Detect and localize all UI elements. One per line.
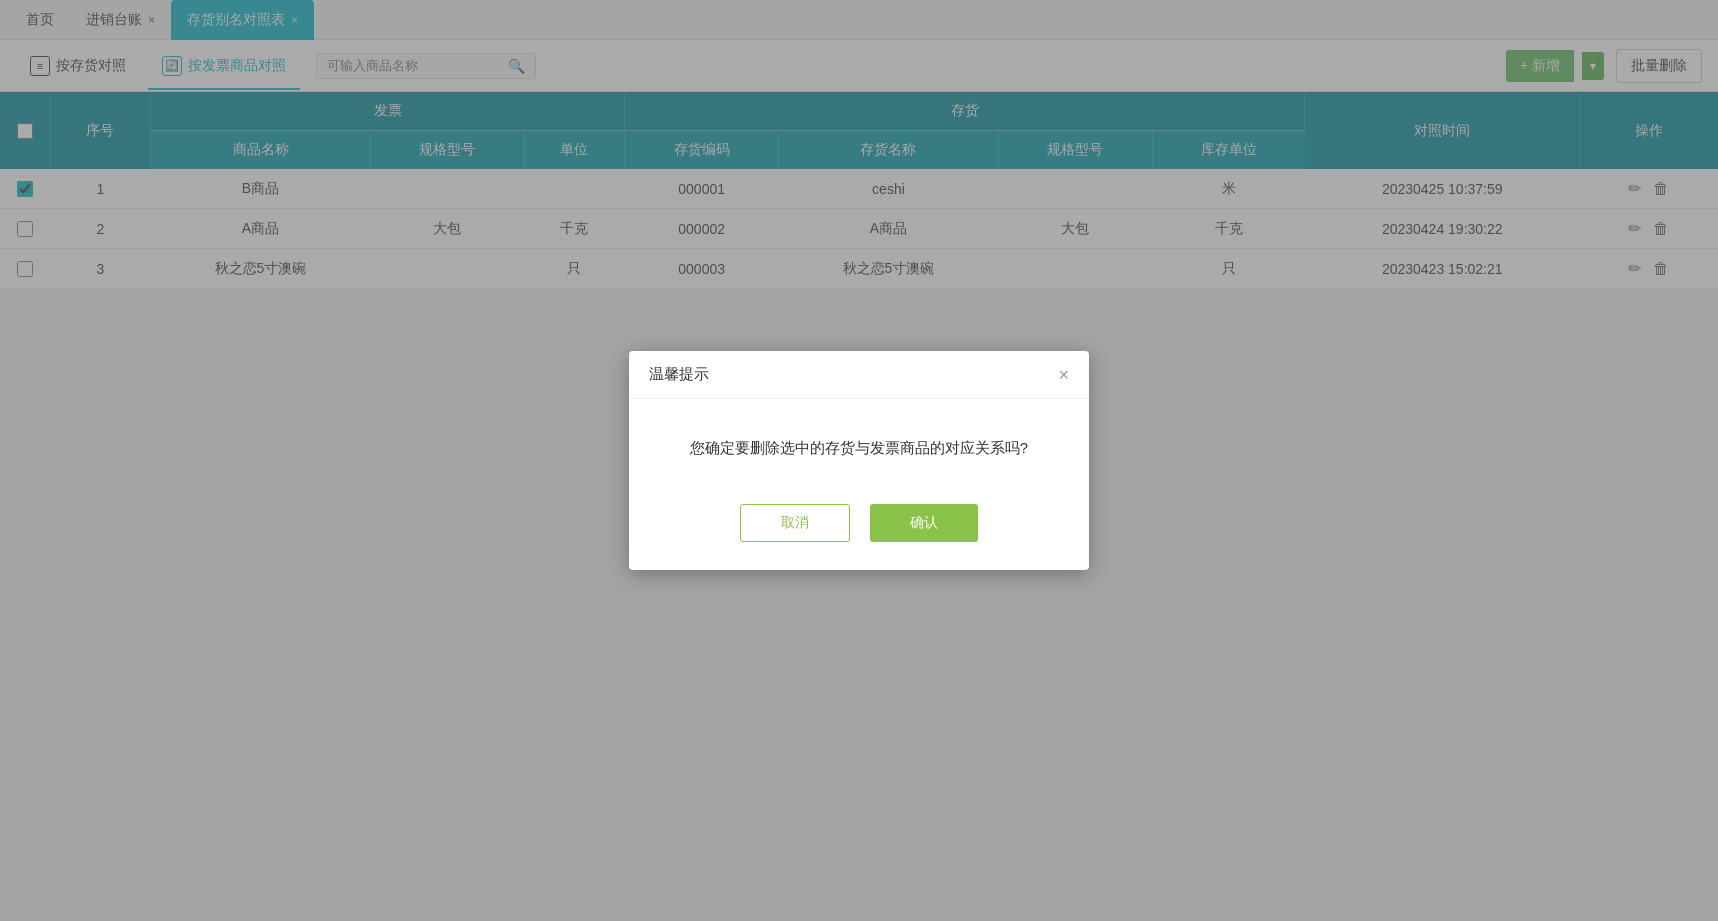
dialog-overlay: 温馨提示 × 您确定要删除选中的存货与发票商品的对应关系吗? 取消 确认 — [0, 0, 1718, 921]
dialog-footer: 取消 确认 — [629, 488, 1089, 570]
dialog: 温馨提示 × 您确定要删除选中的存货与发票商品的对应关系吗? 取消 确认 — [629, 351, 1089, 570]
confirm-button[interactable]: 确认 — [870, 504, 978, 542]
dialog-title: 温馨提示 — [649, 365, 709, 384]
dialog-message: 您确定要删除选中的存货与发票商品的对应关系吗? — [690, 439, 1028, 456]
cancel-button[interactable]: 取消 — [740, 504, 850, 542]
dialog-body: 您确定要删除选中的存货与发票商品的对应关系吗? — [629, 399, 1089, 488]
dialog-header: 温馨提示 × — [629, 351, 1089, 399]
dialog-close-button[interactable]: × — [1058, 366, 1069, 384]
